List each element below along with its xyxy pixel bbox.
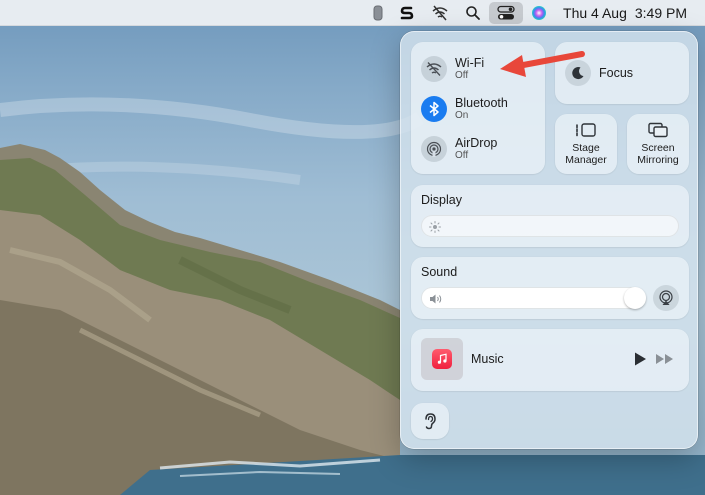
bluetooth-label: Bluetooth bbox=[455, 96, 508, 110]
volume-slider-fill bbox=[422, 288, 646, 308]
fast-forward-button[interactable] bbox=[655, 351, 675, 372]
bluetooth-toggle[interactable]: Bluetooth On bbox=[421, 96, 508, 122]
clock-day: Thu 4 Aug bbox=[563, 4, 627, 21]
play-icon bbox=[635, 352, 646, 366]
airdrop-label: AirDrop bbox=[455, 136, 498, 150]
music-title: Music bbox=[471, 352, 504, 366]
wifi-off-icon[interactable] bbox=[423, 2, 457, 24]
wifi-status: Off bbox=[455, 70, 469, 81]
airplay-audio-button[interactable] bbox=[653, 285, 679, 311]
bluetooth-status: On bbox=[455, 110, 469, 121]
stage-manager-label-2: Manager bbox=[565, 154, 607, 166]
airdrop-status: Off bbox=[455, 150, 469, 161]
ear-icon bbox=[425, 413, 436, 430]
control-center-panel: Wi-Fi Off Bluetooth On AirDrop Off Focus… bbox=[400, 31, 698, 449]
screen-mirroring-label-2: Mirroring bbox=[637, 154, 679, 166]
siri-icon[interactable] bbox=[523, 2, 555, 24]
sound-label: Sound bbox=[421, 265, 458, 279]
hearing-tile[interactable] bbox=[411, 403, 449, 439]
menu-bar: Thu 4 Aug 3:49 PM bbox=[0, 0, 705, 26]
s-app-icon[interactable] bbox=[391, 2, 423, 24]
speaker-icon bbox=[430, 294, 442, 304]
stage-manager-icon bbox=[576, 123, 596, 137]
annotation-arrow bbox=[500, 51, 585, 77]
now-playing-tile[interactable]: Music bbox=[411, 329, 689, 391]
play-button[interactable] bbox=[633, 351, 647, 372]
wifi-toggle[interactable]: Wi-Fi Off bbox=[421, 56, 484, 82]
menu-clock[interactable]: Thu 4 Aug 3:49 PM bbox=[555, 5, 687, 21]
wifi-icon[interactable] bbox=[421, 56, 447, 82]
airdrop-icon[interactable] bbox=[421, 136, 447, 162]
clock-time: 3:49 PM bbox=[634, 4, 687, 21]
volume-slider-knob[interactable] bbox=[624, 287, 646, 309]
airdrop-toggle[interactable]: AirDrop Off bbox=[421, 136, 497, 162]
stage-manager-label-1: Stage bbox=[572, 142, 600, 154]
wifi-label: Wi-Fi bbox=[455, 56, 485, 70]
focus-label: Focus bbox=[599, 66, 634, 80]
stage-manager-tile[interactable]: Stage Manager bbox=[555, 114, 617, 174]
screen-mirroring-tile[interactable]: Screen Mirroring bbox=[627, 114, 689, 174]
display-label: Display bbox=[421, 193, 462, 207]
volume-slider[interactable] bbox=[421, 287, 646, 309]
fast-forward-icon bbox=[656, 354, 673, 364]
airplay-audio-icon bbox=[659, 290, 673, 305]
sound-tile: Sound bbox=[411, 257, 689, 319]
album-artwork bbox=[421, 338, 463, 380]
display-brightness-slider[interactable] bbox=[421, 215, 679, 237]
music-app-icon bbox=[432, 349, 452, 369]
control-center-icon[interactable] bbox=[489, 1, 524, 24]
battery-icon[interactable] bbox=[365, 2, 391, 24]
display-tile: Display bbox=[411, 185, 689, 247]
bluetooth-icon[interactable] bbox=[421, 96, 447, 122]
search-icon[interactable] bbox=[457, 2, 489, 24]
screen-mirroring-label-1: Screen bbox=[641, 142, 675, 154]
sun-icon bbox=[429, 221, 441, 233]
screen-mirroring-icon bbox=[648, 122, 668, 138]
